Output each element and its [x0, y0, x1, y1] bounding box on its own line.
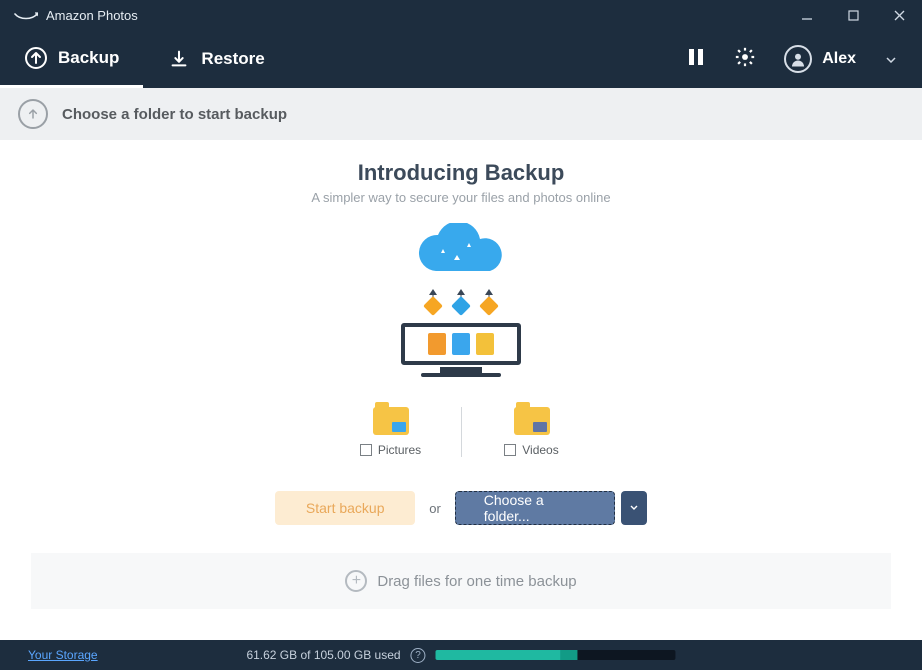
divider — [461, 407, 462, 457]
storage-bar — [436, 650, 676, 660]
storage-usage-text: 61.62 GB of 105.00 GB used — [246, 648, 400, 662]
plus-icon: + — [345, 570, 367, 592]
user-menu[interactable]: Alex — [784, 45, 896, 73]
tab-restore-label: Restore — [201, 49, 264, 69]
tab-backup[interactable]: Backup — [0, 30, 143, 88]
pictures-checkbox[interactable] — [360, 444, 372, 456]
tab-backup-label: Backup — [58, 48, 119, 68]
pause-button[interactable] — [686, 47, 706, 72]
app-title: Amazon Photos — [46, 8, 138, 23]
choose-folder-dropdown[interactable] — [621, 491, 647, 525]
titlebar: Amazon Photos — [0, 0, 922, 30]
footer: Your Storage 61.62 GB of 105.00 GB used … — [0, 640, 922, 670]
button-row: Start backup or Choose a folder... — [275, 491, 647, 525]
videos-label: Videos — [522, 443, 558, 457]
start-backup-button[interactable]: Start backup — [275, 491, 415, 525]
monitor-icon — [401, 323, 521, 365]
settings-button[interactable] — [734, 46, 756, 73]
folder-options: Pictures Videos — [351, 407, 572, 457]
pictures-label: Pictures — [378, 443, 421, 457]
dropzone-text: Drag files for one time backup — [377, 573, 576, 590]
close-button[interactable] — [876, 0, 922, 30]
chevron-down-icon — [886, 50, 896, 68]
videos-checkbox[interactable] — [504, 444, 516, 456]
storage-bar-fill-2 — [560, 650, 577, 660]
folder-pictures-icon — [373, 407, 409, 435]
upload-icon — [24, 46, 48, 70]
intro-subtitle: A simpler way to secure your files and p… — [311, 190, 610, 205]
your-storage-link[interactable]: Your Storage — [28, 648, 98, 662]
amazon-logo-icon — [14, 8, 38, 22]
minimize-button[interactable] — [784, 0, 830, 30]
videos-option[interactable]: Videos — [492, 407, 572, 457]
folder-videos-icon — [514, 407, 550, 435]
tab-restore[interactable]: Restore — [143, 30, 288, 88]
window-controls — [784, 0, 922, 30]
illustration — [381, 223, 541, 377]
intro-title: Introducing Backup — [358, 160, 565, 186]
pictures-option[interactable]: Pictures — [351, 407, 431, 457]
storage-info: 61.62 GB of 105.00 GB used ? — [246, 648, 675, 663]
subheader: Choose a folder to start backup — [0, 88, 922, 140]
upload-outline-icon — [18, 99, 48, 129]
navbar: Backup Restore Alex — [0, 30, 922, 88]
help-icon[interactable]: ? — [411, 648, 426, 663]
content: Introducing Backup A simpler way to secu… — [0, 140, 922, 640]
maximize-button[interactable] — [830, 0, 876, 30]
choose-folder-button[interactable]: Choose a folder... — [455, 491, 615, 525]
download-icon — [167, 47, 191, 71]
dropzone[interactable]: + Drag files for one time backup — [31, 553, 891, 609]
subheader-text: Choose a folder to start backup — [62, 106, 287, 123]
avatar-icon — [784, 45, 812, 73]
storage-bar-fill — [436, 650, 561, 660]
or-text: or — [429, 501, 441, 516]
user-name: Alex — [822, 50, 856, 68]
cloud-icon — [401, 223, 521, 283]
